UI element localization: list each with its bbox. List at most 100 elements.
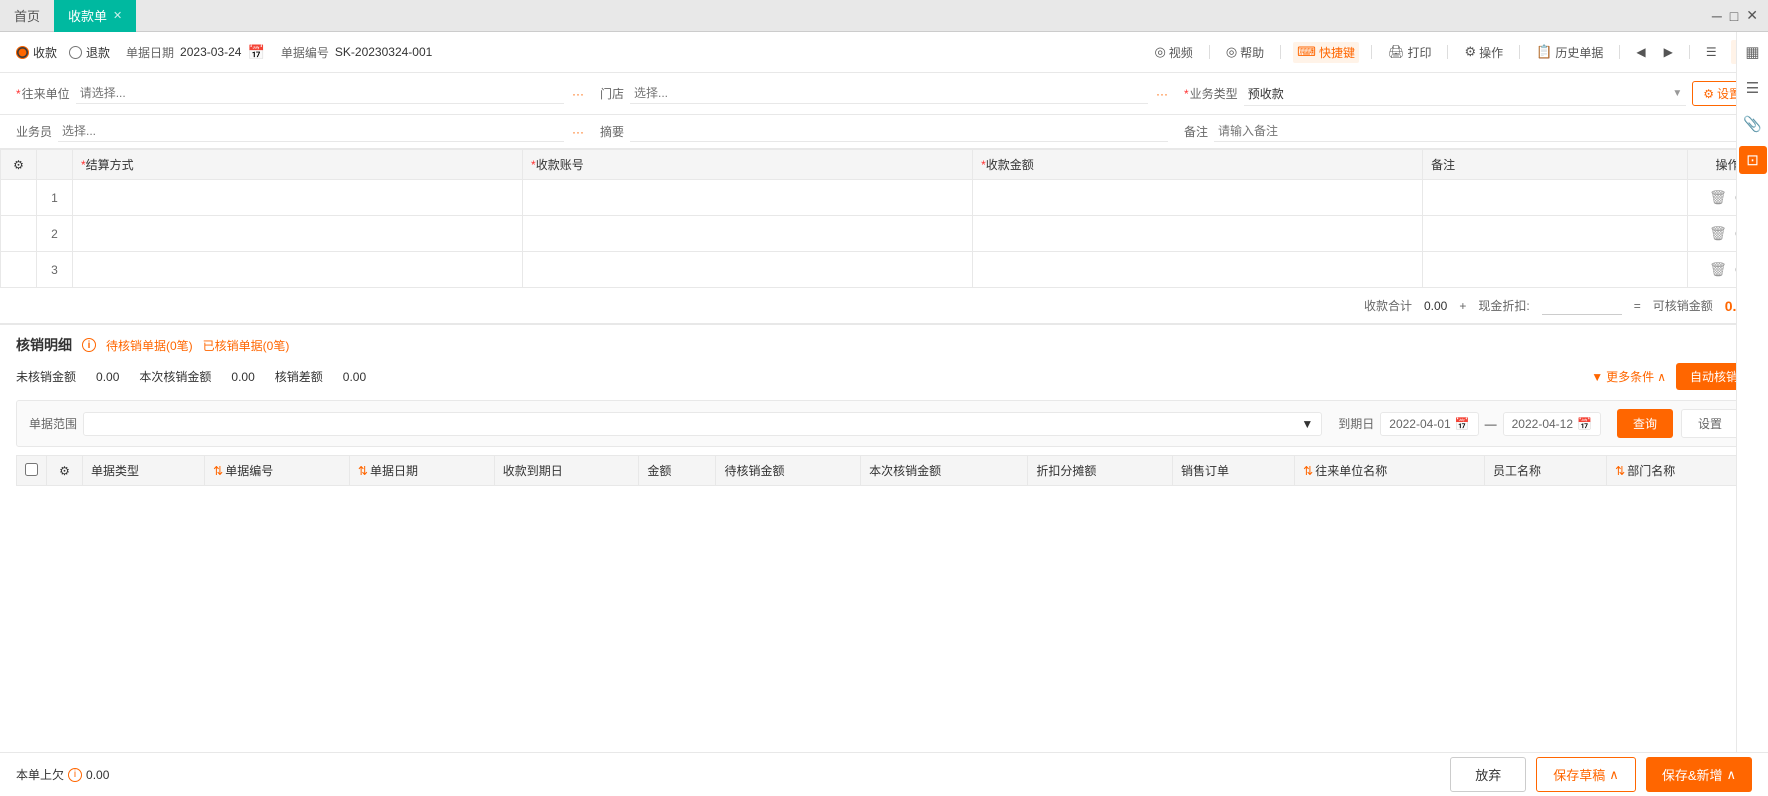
date-to-input[interactable]: 2022-04-12 📅	[1503, 412, 1601, 436]
save-draft-arrow[interactable]: ∧	[1609, 767, 1619, 783]
shop-more-btn[interactable]: ···	[1156, 87, 1168, 101]
filter-setting-btn[interactable]: 设置	[1681, 409, 1739, 438]
help-icon: ◎	[1226, 44, 1237, 60]
list-view-btn[interactable]: ☰	[1702, 43, 1721, 61]
note-cell-2[interactable]	[1423, 216, 1688, 252]
verify-info-icon[interactable]: i	[82, 338, 96, 352]
table-row: 1 🗑 ⊕	[1, 180, 1768, 216]
minimize-btn[interactable]: ─	[1712, 8, 1722, 24]
note-cell-1[interactable]	[1423, 180, 1688, 216]
this-check-label: 本次核销金额	[139, 368, 211, 385]
date-from-input[interactable]: 2022-04-01 📅	[1380, 412, 1478, 436]
save-new-arrow[interactable]: ∧	[1726, 767, 1736, 783]
receipt-radio[interactable]: 收款	[16, 44, 57, 61]
divider3	[1371, 45, 1372, 59]
save-draft-btn[interactable]: 保存草稿 ∧	[1536, 757, 1636, 792]
unchecked-amount-value: 0.00	[96, 370, 119, 384]
divider	[1209, 45, 1210, 59]
payment-table: ⚙ *结算方式 *收款账号 *收款金额 备注 操作 1	[0, 149, 1768, 288]
account-cell-1[interactable]	[523, 180, 973, 216]
sales-order-header: 销售订单	[1173, 456, 1295, 486]
delete-row-1-btn[interactable]: 🗑	[1709, 189, 1727, 205]
shortcut-btn[interactable]: ⌨ 快捷键	[1293, 42, 1359, 63]
date-icon[interactable]: 📅	[247, 44, 264, 61]
completed-tab[interactable]: 已核销单据(0笔)	[203, 337, 290, 354]
sidebar-table-icon[interactable]: ▦	[1739, 38, 1767, 66]
amount-header-b: 金额	[639, 456, 716, 486]
verify-stats-right: ▼ 更多条件 ∧ 自动核销	[1591, 363, 1752, 390]
form-header: 收款 退款 单据日期 2023-03-24 📅 单据编号 SK-20230324…	[0, 32, 1768, 73]
query-btn[interactable]: 查询	[1617, 409, 1673, 438]
partner-input[interactable]	[76, 83, 564, 104]
amount-cell-1[interactable]	[973, 180, 1423, 216]
abandon-btn[interactable]: 放弃	[1450, 757, 1526, 792]
print-btn[interactable]: 🖨 打印	[1384, 42, 1436, 63]
partner-name-header: ⇅往来单位名称	[1295, 456, 1485, 486]
delete-row-3-btn[interactable]: 🗑	[1709, 261, 1727, 277]
settlement-cell-2[interactable]	[73, 216, 523, 252]
footer-bill-info: 本单上欠 i 0.00	[16, 766, 109, 783]
amount-cell-2[interactable]	[973, 216, 1423, 252]
tab-home[interactable]: 首页	[0, 0, 54, 32]
window-controls: ─ □ ✕	[1712, 7, 1768, 24]
diff-value: 0.00	[343, 370, 366, 384]
checkbox-header[interactable]	[17, 456, 47, 486]
note-cell-3[interactable]	[1423, 252, 1688, 288]
date-field: 单据日期 2023-03-24 📅	[126, 44, 265, 61]
tab-receipt[interactable]: 收款单 ✕	[54, 0, 136, 32]
discount-input[interactable]	[1542, 296, 1622, 315]
history-btn[interactable]: 📋 历史单据	[1532, 42, 1607, 63]
business-type-select[interactable]: 预收款 ▼	[1244, 82, 1687, 106]
keyboard-icon: ⌨	[1297, 44, 1316, 60]
select-all-checkbox[interactable]	[25, 463, 38, 476]
maximize-btn[interactable]: □	[1730, 8, 1738, 24]
close-btn[interactable]: ✕	[1746, 7, 1758, 24]
tab-bar: 首页 收款单 ✕ ─ □ ✕	[0, 0, 1768, 32]
bill-info-icon[interactable]: i	[68, 768, 82, 782]
nav-right-btn[interactable]: ▶	[1660, 43, 1677, 61]
video-btn[interactable]: ◎ 视频	[1150, 42, 1196, 63]
this-amount-header: 本次核销金额	[861, 456, 1028, 486]
partner-field: *往来单位 ···	[16, 83, 584, 104]
table-gear-header[interactable]: ⚙	[1, 150, 37, 180]
date-range-filter: 到期日 2022-04-01 📅 — 2022-04-12 📅	[1338, 412, 1601, 436]
divider7	[1689, 45, 1690, 59]
verify-title-bar: 核销明细 i 待核销单据(0笔) 已核销单据(0笔)	[16, 335, 1752, 355]
amount-cell-3[interactable]	[973, 252, 1423, 288]
delete-row-2-btn[interactable]: 🗑	[1709, 225, 1727, 241]
salesperson-input[interactable]	[58, 121, 564, 142]
nav-left-btn[interactable]: ◀	[1632, 43, 1649, 61]
account-cell-3[interactable]	[523, 252, 973, 288]
salesperson-more-btn[interactable]: ···	[572, 125, 584, 139]
partner-more-btn[interactable]: ···	[572, 87, 584, 101]
bottom-gear-header[interactable]: ⚙	[47, 456, 83, 486]
summary-input[interactable]	[630, 121, 1168, 142]
sidebar-scan-icon[interactable]: ⊡	[1739, 146, 1767, 174]
account-cell-2[interactable]	[523, 216, 973, 252]
doc-range-arrow: ▼	[1301, 417, 1313, 431]
operations-btn[interactable]: ⚙ 操作	[1460, 42, 1507, 63]
refund-radio[interactable]: 退款	[69, 44, 110, 61]
help-btn[interactable]: ◎ 帮助	[1222, 42, 1268, 63]
tab-close-receipt[interactable]: ✕	[113, 9, 122, 22]
sidebar-list-icon[interactable]: ☰	[1739, 74, 1767, 102]
summary-field: 摘要	[600, 121, 1168, 142]
doc-type-header: 单据类型	[83, 456, 205, 486]
doc-range-select[interactable]: ▼	[83, 412, 1322, 436]
employee-header: 员工名称	[1485, 456, 1607, 486]
sidebar-clip-icon[interactable]: 📎	[1739, 110, 1767, 138]
this-check-value: 0.00	[231, 370, 254, 384]
divider4	[1447, 45, 1448, 59]
pending-tab[interactable]: 待核销单据(0笔)	[106, 337, 193, 354]
divider2	[1280, 45, 1281, 59]
note-input[interactable]	[1214, 121, 1752, 142]
settlement-cell-3[interactable]	[73, 252, 523, 288]
more-conditions-btn[interactable]: ▼ 更多条件 ∧	[1591, 368, 1666, 385]
receipt-refund-toggle: 收款 退款	[16, 44, 110, 61]
filter-buttons: 查询 设置	[1617, 409, 1739, 438]
shop-input[interactable]	[630, 83, 1148, 104]
settlement-cell-1[interactable]	[73, 180, 523, 216]
amount-header: *收款金额	[973, 150, 1423, 180]
verify-stats: 未核销金额 0.00 本次核销金额 0.00 核销差额 0.00 ▼ 更多条件 …	[16, 363, 1752, 390]
save-new-btn[interactable]: 保存&新增 ∧	[1646, 757, 1752, 792]
